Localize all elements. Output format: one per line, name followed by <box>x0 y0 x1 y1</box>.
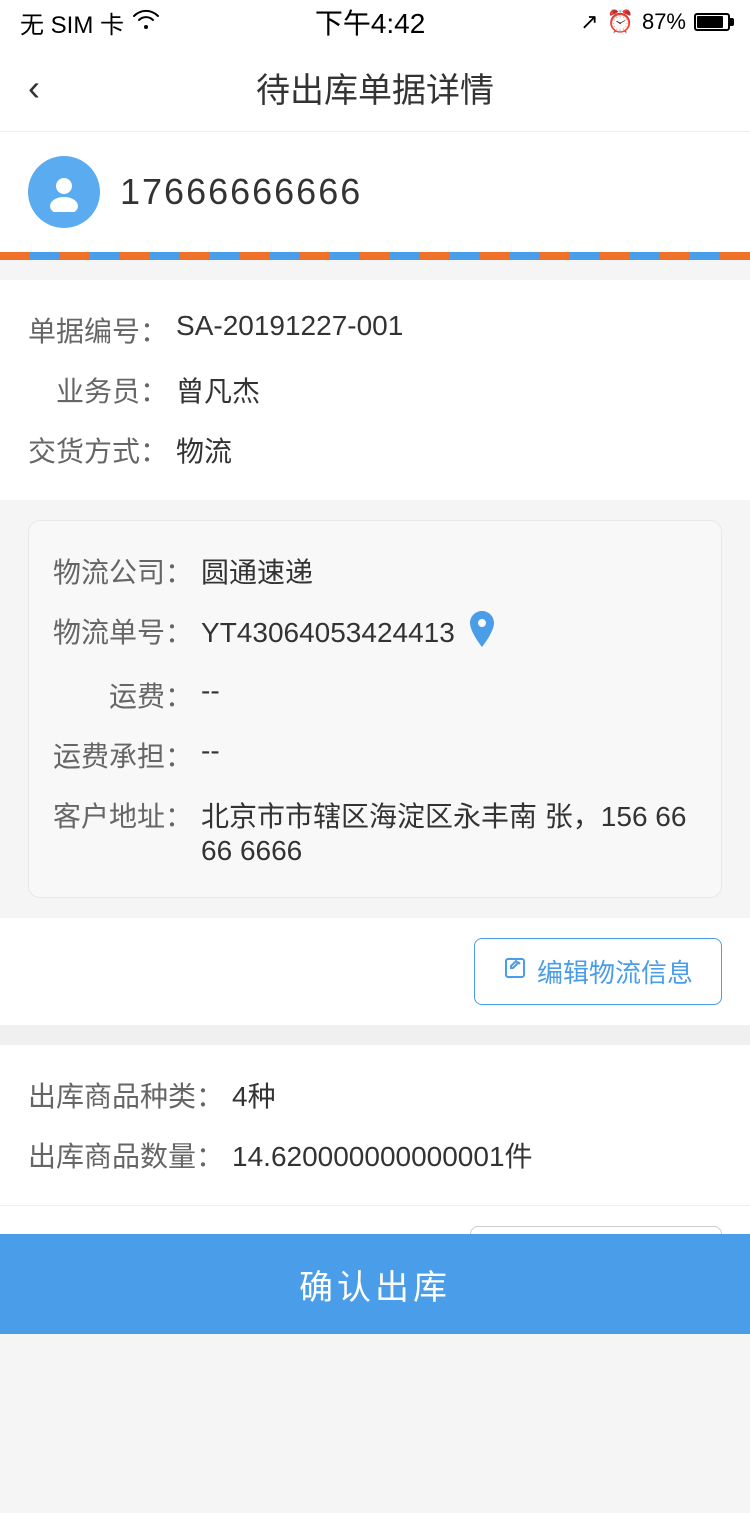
goods-quantity-value: 14.620000000000001件 <box>224 1135 722 1175</box>
delivery-value: 物流 <box>168 430 722 470</box>
delivery-label: 交货方式： <box>28 430 168 470</box>
freight-bear-value: -- <box>193 735 697 767</box>
goods-quantity-row: 出库商品数量： 14.620000000000001件 <box>28 1135 722 1175</box>
address-row: 客户地址： 北京市市辖区海淀区永丰南 张，156 6666 6666 <box>53 795 697 867</box>
salesperson-value: 曾凡杰 <box>168 370 722 410</box>
address-value: 北京市市辖区海淀区永丰南 张，156 6666 6666 <box>193 795 697 867</box>
tracking-label: 物流单号： <box>53 611 193 651</box>
goods-types-row: 出库商品种类： 4种 <box>28 1075 722 1115</box>
tracking-number-row: 物流单号： YT43064053424413 <box>53 611 697 655</box>
confirm-label: 确认出库 <box>299 1260 451 1309</box>
alarm-icon: ⏰ <box>607 9 634 35</box>
delivery-row: 交货方式： 物流 <box>28 430 722 470</box>
logistics-company-value: 圆通速递 <box>193 551 697 591</box>
location-icon: ↗ <box>580 9 598 35</box>
freight-bear-row: 运费承担： -- <box>53 735 697 775</box>
logistics-company-label: 物流公司： <box>53 551 193 591</box>
dashed-divider <box>0 252 750 260</box>
customer-phone: 17666666666 <box>120 171 362 213</box>
document-label: 单据编号： <box>28 310 168 350</box>
freight-value: -- <box>193 675 697 707</box>
edit-logistics-button[interactable]: 编辑物流信息 <box>474 938 722 1005</box>
section-separator <box>0 1025 750 1045</box>
carrier-text: 无 SIM 卡 <box>20 5 124 40</box>
back-button[interactable]: ‹ <box>28 67 40 109</box>
freight-bear-label: 运费承担： <box>53 735 193 775</box>
document-number-row: 单据编号： SA-20191227-001 <box>28 310 722 350</box>
logistics-card: 物流公司： 圆通速递 物流单号： YT43064053424413 运费： --… <box>28 520 722 898</box>
freight-row: 运费： -- <box>53 675 697 715</box>
status-right: ↗ ⏰ 87% <box>580 9 730 35</box>
salesperson-label: 业务员： <box>28 370 168 410</box>
page-title: 待出库单据详情 <box>256 63 494 112</box>
confirm-bar[interactable]: 确认出库 <box>0 1234 750 1334</box>
goods-types-label: 出库商品种类： <box>28 1075 224 1115</box>
goods-types-value: 4种 <box>224 1075 722 1115</box>
battery-text: 87% <box>642 9 686 35</box>
bottom-spacer <box>0 1313 750 1513</box>
nav-bar: ‹ 待出库单据详情 <box>0 44 750 132</box>
tracking-value: YT43064053424413 <box>193 611 697 655</box>
customer-header: 17666666666 <box>0 132 750 252</box>
document-value: SA-20191227-001 <box>168 310 722 342</box>
logistics-company-row: 物流公司： 圆通速递 <box>53 551 697 591</box>
battery-icon <box>694 13 730 31</box>
goods-section: 出库商品种类： 4种 出库商品数量： 14.620000000000001件 <box>0 1045 750 1205</box>
wifi-icon <box>132 8 160 36</box>
edit-btn-row: 编辑物流信息 <box>0 918 750 1025</box>
map-pin-icon[interactable] <box>467 611 497 655</box>
freight-label: 运费： <box>53 675 193 715</box>
edit-icon <box>503 956 527 987</box>
edit-logistics-label: 编辑物流信息 <box>537 953 693 990</box>
status-left: 无 SIM 卡 <box>20 5 160 40</box>
goods-quantity-label: 出库商品数量： <box>28 1135 224 1175</box>
time-display: 下午4:42 <box>315 2 426 42</box>
status-bar: 无 SIM 卡 下午4:42 ↗ ⏰ 87% <box>0 0 750 44</box>
salesperson-row: 业务员： 曾凡杰 <box>28 370 722 410</box>
avatar <box>28 156 100 228</box>
basic-info-section: 单据编号： SA-20191227-001 业务员： 曾凡杰 交货方式： 物流 <box>0 280 750 500</box>
address-label: 客户地址： <box>53 795 193 835</box>
